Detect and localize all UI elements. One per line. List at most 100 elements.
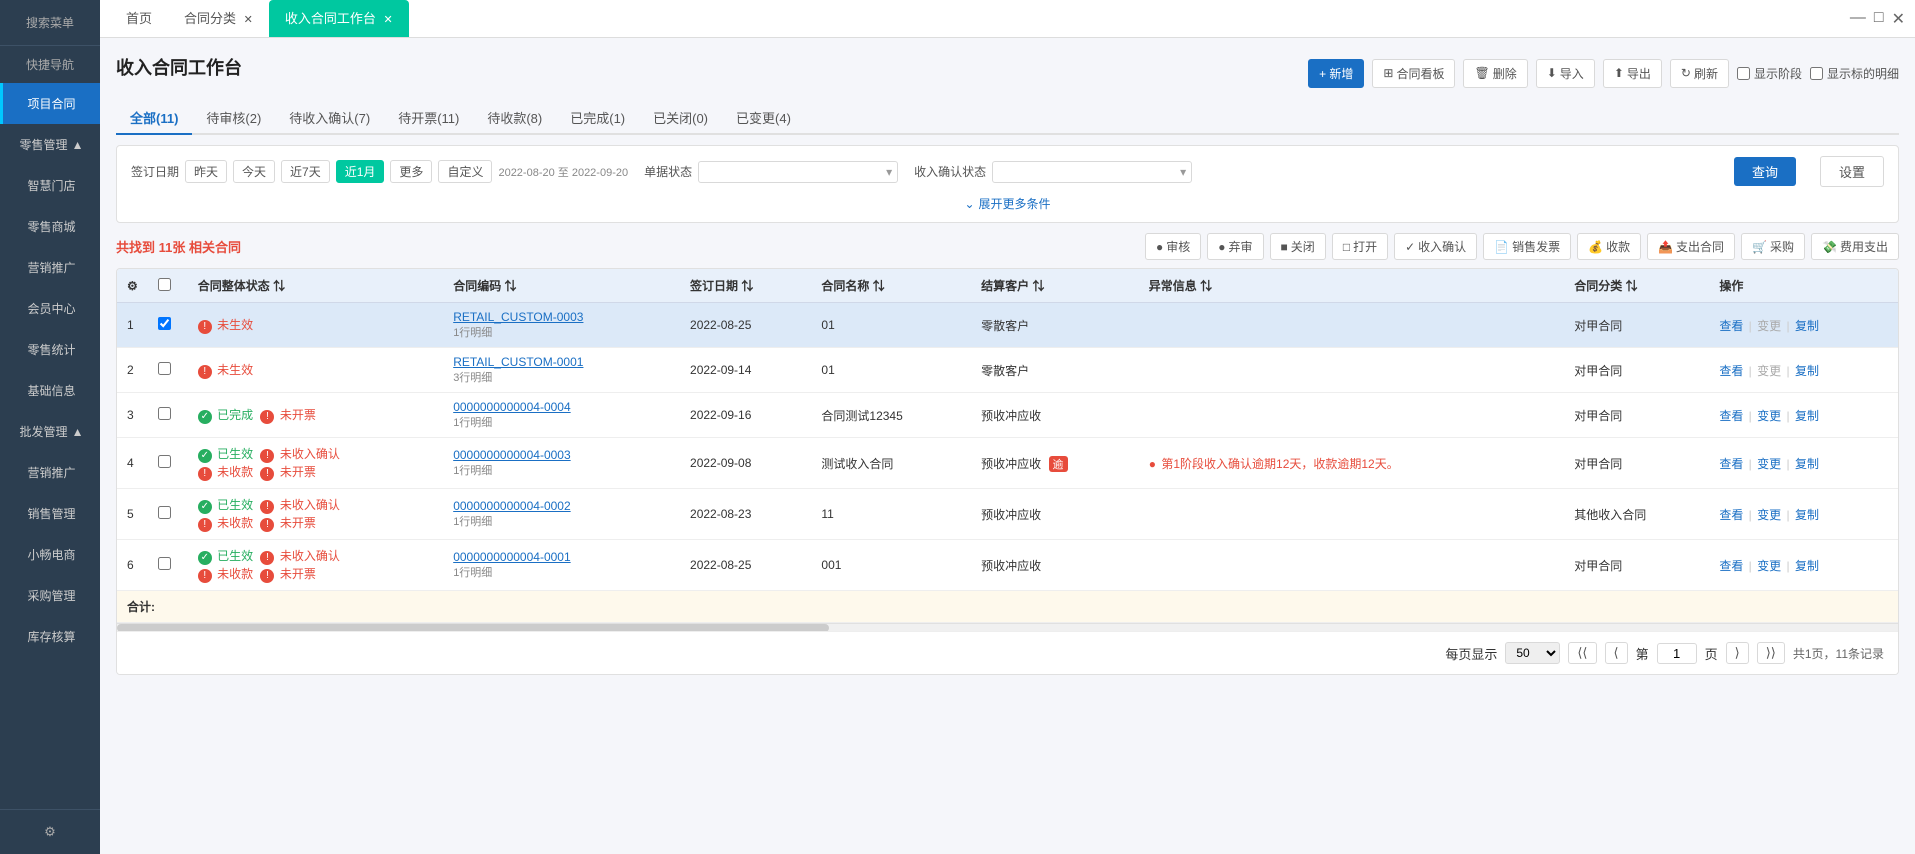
show-detail-checkbox[interactable]: 显示标的明细 [1810,65,1899,82]
expense-button[interactable]: 💸 费用支出 [1811,233,1899,260]
sidebar-item-basic-info[interactable]: 基础信息 [0,370,100,411]
op-view-1[interactable]: 查看 [1719,319,1743,333]
filter-date-7days[interactable]: 近7天 [281,160,330,183]
sidebar-item-member[interactable]: 会员中心 [0,288,100,329]
row-checkbox-5[interactable] [148,489,188,540]
filter-tab-changed[interactable]: 已变更(4) [722,102,805,135]
show-detail-input[interactable] [1810,67,1823,80]
filter-date-today[interactable]: 今天 [233,160,275,183]
page-size-select[interactable]: 50 100 [1505,642,1560,664]
op-copy-1[interactable]: 复制 [1795,319,1819,333]
sidebar-item-retail-mgmt[interactable]: 零售管理 ▲ [0,124,100,165]
contract-link-6[interactable]: 0000000000004-0001 [453,550,570,564]
op-copy-6[interactable]: 复制 [1795,559,1819,573]
filter-tab-pending-confirm[interactable]: 待收入确认(7) [275,102,384,135]
payout-button[interactable]: 📤 支出合同 [1647,233,1735,260]
op-change-1[interactable]: 变更 [1757,319,1781,333]
contract-link-2[interactable]: RETAIL_CUSTOM-0001 [453,355,583,369]
sidebar-item-project[interactable]: 项目合同 [0,83,100,124]
filter-tab-completed[interactable]: 已完成(1) [556,102,639,135]
sidebar-item-xiaochang[interactable]: 小畅电商 [0,534,100,575]
close-contract-button[interactable]: ■ 关闭 [1270,233,1326,260]
restore-icon[interactable]: □ [1874,9,1884,29]
close-icon[interactable]: ✕ [1892,9,1905,29]
collect-button[interactable]: 💰 收款 [1577,233,1641,260]
import-button[interactable]: ⬇ 导入 [1536,59,1595,88]
prev-page-btn[interactable]: ⟨ [1605,642,1628,664]
sidebar-item-sales-mgmt[interactable]: 销售管理 [0,493,100,534]
op-view-5[interactable]: 查看 [1719,508,1743,522]
op-copy-4[interactable]: 复制 [1795,457,1819,471]
op-copy-5[interactable]: 复制 [1795,508,1819,522]
sidebar-item-smart-store[interactable]: 智慧门店 [0,165,100,206]
delete-button[interactable]: 🗑 删除 [1463,59,1527,88]
show-fields-checkbox[interactable]: 显示阶段 [1737,65,1802,82]
op-copy-2[interactable]: 复制 [1795,364,1819,378]
sort-icon-error[interactable]: ⇅ [1200,279,1212,293]
table-scrollbar[interactable] [117,623,1898,631]
row-checkbox-3[interactable] [148,393,188,438]
sidebar-search[interactable]: 搜索菜单 [0,0,100,46]
minimize-icon[interactable]: — [1850,9,1866,29]
filter-tab-pending-review[interactable]: 待审核(2) [192,102,275,135]
filter-expand-btn[interactable]: ⌄ 展开更多条件 [964,195,1050,212]
sort-icon-name[interactable]: ⇅ [873,279,885,293]
op-view-2[interactable]: 查看 [1719,364,1743,378]
op-view-6[interactable]: 查看 [1719,559,1743,573]
sales-invoice-button[interactable]: 📄 销售发票 [1483,233,1571,260]
op-change-5[interactable]: 变更 [1757,508,1781,522]
last-page-btn[interactable]: ⟩⟩ [1757,642,1785,664]
row-checkbox-4[interactable] [148,438,188,489]
review-button[interactable]: ● 审核 [1145,233,1201,260]
row-checkbox-1[interactable] [148,303,188,348]
sidebar-item-retail-mall[interactable]: 零售商城 [0,206,100,247]
filter-date-yesterday[interactable]: 昨天 [185,160,227,183]
income-confirm-button[interactable]: ✓ 收入确认 [1394,233,1477,260]
first-page-btn[interactable]: ⟨⟨ [1568,642,1596,664]
contract-link-3[interactable]: 0000000000004-0004 [453,400,570,414]
add-button[interactable]: + 新增 [1308,59,1364,88]
filter-income-confirm-select[interactable] [992,161,1192,183]
open-contract-button[interactable]: □ 打开 [1332,233,1388,260]
contract-link-5[interactable]: 0000000000004-0002 [453,499,570,513]
sidebar-settings-btn[interactable]: ⚙ [0,809,100,854]
select-all-checkbox[interactable] [158,278,171,291]
sort-icon-customer[interactable]: ⇅ [1033,279,1045,293]
sidebar-item-marketing[interactable]: 营销推广 [0,247,100,288]
tab-income-workbench[interactable]: 收入合同工作台 ✕ [269,0,409,37]
sidebar-item-marketing2[interactable]: 营销推广 [0,452,100,493]
tab-contract-cat[interactable]: 合同分类 ✕ [168,0,269,37]
refresh-button[interactable]: ↻ 刷新 [1670,59,1729,88]
sidebar-item-batch-mgmt[interactable]: 批发管理 ▲ [0,411,100,452]
search-button[interactable]: 查询 [1734,157,1796,186]
sidebar-item-inventory[interactable]: 库存核算 [0,616,100,657]
row-checkbox-2[interactable] [148,348,188,393]
kanban-button[interactable]: ⊞ 合同看板 [1372,59,1455,88]
export-button[interactable]: ⬆ 导出 [1603,59,1662,88]
filter-date-1month[interactable]: 近1月 [336,160,385,183]
tab-home[interactable]: 首页 [110,0,168,37]
show-fields-input[interactable] [1737,67,1750,80]
sort-icon-date[interactable]: ⇅ [741,279,753,293]
filter-date-more[interactable]: 更多 [390,160,432,183]
filter-date-custom[interactable]: 自定义 [438,160,492,183]
sort-icon-status[interactable]: ⇅ [273,279,285,293]
th-settings[interactable]: ⚙ [117,269,148,303]
purchase-button[interactable]: 🛒 采购 [1741,233,1805,260]
th-checkbox[interactable] [148,269,188,303]
tab-close-contract-cat[interactable]: ✕ [244,14,253,26]
set-button[interactable]: 设置 [1820,156,1884,187]
op-change-2[interactable]: 变更 [1757,364,1781,378]
next-page-btn[interactable]: ⟩ [1726,642,1749,664]
op-view-4[interactable]: 查看 [1719,457,1743,471]
filter-doc-status-select[interactable] [698,161,898,183]
contract-link-1[interactable]: RETAIL_CUSTOM-0003 [453,310,583,324]
op-copy-3[interactable]: 复制 [1795,409,1819,423]
row-checkbox-6[interactable] [148,540,188,591]
filter-tab-pending-payment[interactable]: 待收款(8) [473,102,556,135]
op-view-3[interactable]: 查看 [1719,409,1743,423]
op-change-6[interactable]: 变更 [1757,559,1781,573]
sort-icon-code[interactable]: ⇅ [505,279,517,293]
page-number-input[interactable] [1657,643,1697,664]
sidebar-item-purchase[interactable]: 采购管理 [0,575,100,616]
